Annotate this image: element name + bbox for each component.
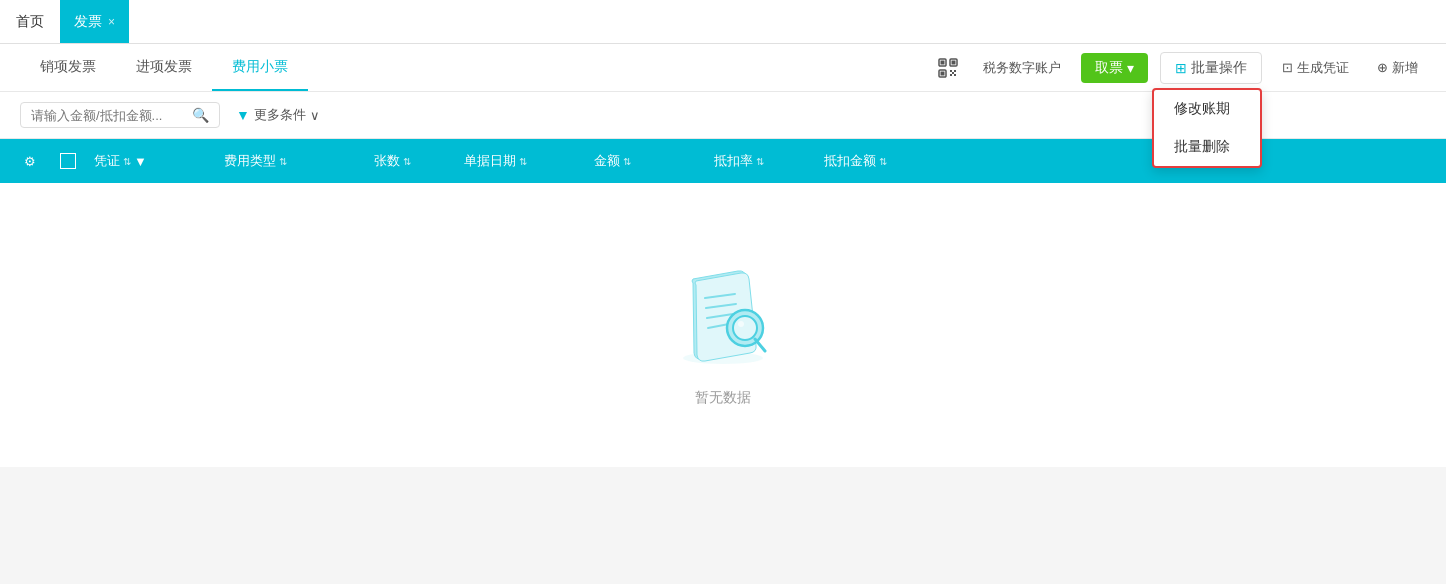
svg-point-19 [738, 321, 744, 327]
expense-type-sort-icon: ⇅ [279, 156, 287, 167]
batch-operation-wrap: ⊞ 批量操作 修改账期 批量删除 [1160, 52, 1262, 84]
empty-state-illustration [663, 263, 783, 373]
search-input-wrap: 🔍 [20, 102, 220, 128]
batch-operation-dropdown: 修改账期 批量删除 [1152, 88, 1262, 168]
batch-delete-item[interactable]: 批量删除 [1154, 128, 1260, 166]
svg-rect-10 [952, 72, 954, 74]
deduction-rate-sort-icon: ⇅ [756, 156, 764, 167]
search-icon: 🔍 [192, 107, 209, 123]
svg-rect-6 [950, 70, 952, 72]
invoice-tab-label: 发票 [74, 13, 102, 31]
take-ticket-button[interactable]: 取票 ▾ [1081, 53, 1148, 83]
invoice-tab-close[interactable]: × [108, 15, 115, 29]
generate-voucher-button[interactable]: ⊡ 生成凭证 [1274, 55, 1357, 81]
date-sort-icon: ⇅ [519, 156, 527, 167]
svg-rect-8 [950, 74, 952, 76]
deduction-amount-sort-icon: ⇅ [879, 156, 887, 167]
th-deduction-rate[interactable]: 抵扣率 ⇅ [706, 152, 816, 170]
svg-point-17 [733, 316, 757, 340]
modify-period-item[interactable]: 修改账期 [1154, 90, 1260, 128]
generate-voucher-icon: ⊡ [1282, 60, 1293, 75]
tab-expense-receipt[interactable]: 费用小票 [212, 44, 308, 91]
svg-rect-7 [954, 70, 956, 72]
filter-icon: ▼ [236, 107, 250, 123]
more-conditions-button[interactable]: ▼ 更多条件 ∨ [236, 106, 320, 124]
svg-rect-5 [941, 71, 945, 75]
batch-operation-button[interactable]: ⊞ 批量操作 [1160, 52, 1262, 84]
more-conditions-arrow: ∨ [310, 108, 320, 123]
take-ticket-label: 取票 [1095, 59, 1123, 77]
batch-op-icon: ⊞ [1175, 60, 1187, 76]
voucher-filter-icon: ▼ [134, 154, 147, 169]
th-deduction-amount[interactable]: 抵扣金额 ⇅ [816, 152, 946, 170]
amount-sort-icon: ⇅ [623, 156, 631, 167]
sub-nav: 销项发票 进项发票 费用小票 税务数字账户 [0, 44, 1446, 92]
svg-rect-3 [952, 60, 956, 64]
batch-op-label: 批量操作 [1191, 59, 1247, 77]
sub-nav-tabs: 销项发票 进项发票 费用小票 [20, 44, 308, 91]
generate-voucher-label: 生成凭证 [1297, 59, 1349, 77]
add-new-button[interactable]: ⊕ 新增 [1369, 55, 1426, 81]
add-icon: ⊕ [1377, 60, 1388, 75]
th-date[interactable]: 单据日期 ⇅ [456, 152, 586, 170]
add-new-label: 新增 [1392, 59, 1418, 77]
tab-sales-invoice[interactable]: 销项发票 [20, 44, 116, 91]
th-amount[interactable]: 金额 ⇅ [586, 152, 706, 170]
invoice-tab[interactable]: 发票 × [60, 0, 129, 43]
more-conditions-label: 更多条件 [254, 106, 306, 124]
svg-rect-9 [954, 74, 956, 76]
empty-state: 暂无数据 [0, 183, 1446, 467]
tab-purchase-invoice[interactable]: 进项发票 [116, 44, 212, 91]
top-nav: 首页 发票 × [0, 0, 1446, 44]
empty-state-text: 暂无数据 [695, 389, 751, 407]
header-checkbox[interactable] [60, 153, 76, 169]
th-gear[interactable]: ⚙ [10, 154, 50, 169]
th-expense-type[interactable]: 费用类型 ⇅ [216, 152, 366, 170]
count-sort-icon: ⇅ [403, 156, 411, 167]
th-checkbox[interactable] [50, 153, 86, 169]
gear-icon: ⚙ [24, 154, 36, 169]
voucher-sort-icon: ⇅ [123, 156, 131, 167]
take-ticket-arrow: ▾ [1127, 60, 1134, 76]
qr-code-button[interactable] [933, 53, 963, 83]
th-voucher[interactable]: 凭证 ⇅ ▼ [86, 152, 216, 170]
svg-rect-1 [941, 60, 945, 64]
home-nav-item[interactable]: 首页 [16, 13, 60, 31]
th-count[interactable]: 张数 ⇅ [366, 152, 456, 170]
search-input[interactable] [31, 108, 186, 123]
sub-nav-actions: 税务数字账户 取票 ▾ ⊞ 批量操作 修改账期 批量删除 ⊡ 生成凭证 ⊕ 新增 [933, 52, 1426, 84]
tax-digital-account-button[interactable]: 税务数字账户 [975, 55, 1069, 81]
